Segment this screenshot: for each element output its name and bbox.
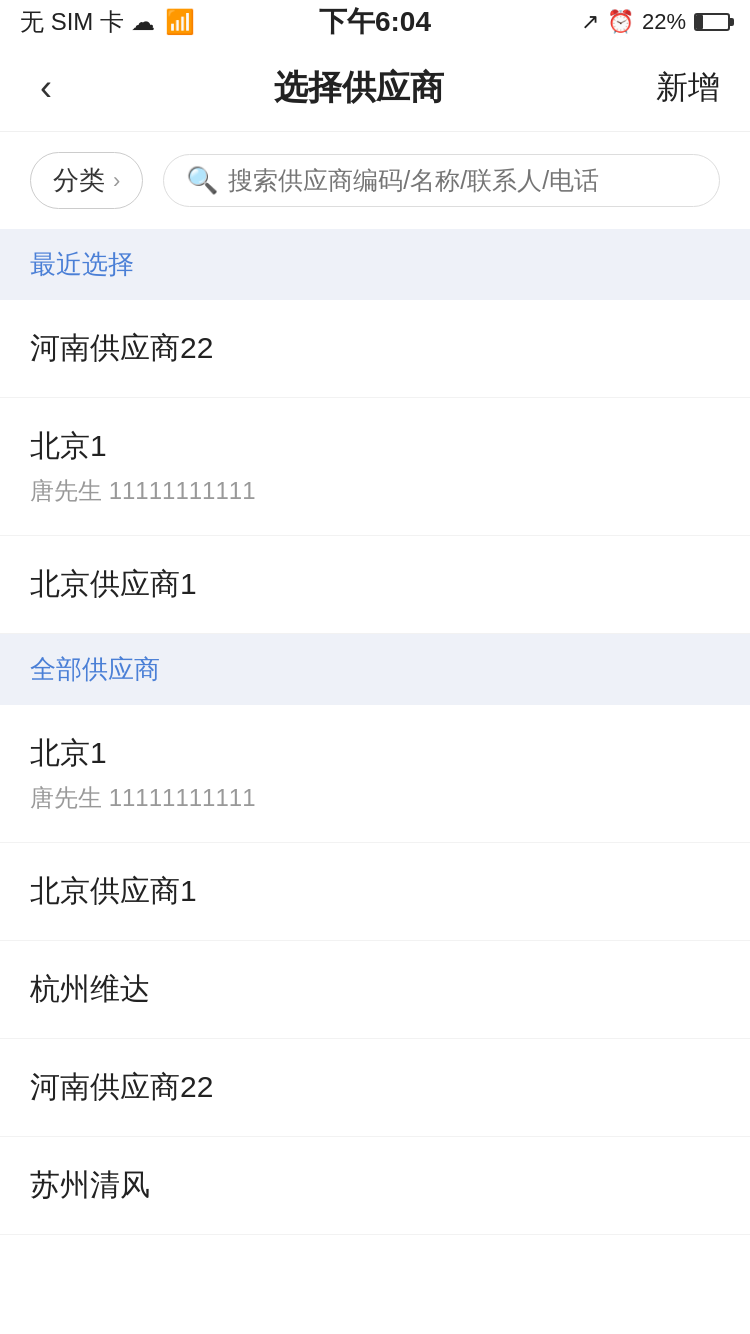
list-item[interactable]: 河南供应商22 — [0, 1039, 750, 1137]
item-sub: 唐先生 11111111111 — [30, 475, 720, 507]
wifi-icon: 📶 — [165, 8, 195, 36]
search-input[interactable] — [228, 166, 697, 195]
page-title: 选择供应商 — [274, 65, 444, 111]
status-bar: 无 SIM 卡 ☁ 📶 下午6:04 ↗ ⏰ 22% — [0, 0, 750, 44]
item-sub: 唐先生 11111111111 — [30, 782, 720, 814]
filter-bar: 分类 › 🔍 — [0, 132, 750, 229]
status-time: 下午6:04 — [319, 3, 431, 41]
list-item[interactable]: 北京1 唐先生 11111111111 — [0, 398, 750, 536]
all-section-header: 全部供应商 — [0, 634, 750, 705]
item-name: 苏州清风 — [30, 1165, 720, 1206]
add-button[interactable]: 新增 — [656, 66, 720, 110]
recent-section-header: 最近选择 — [0, 229, 750, 300]
list-item[interactable]: 北京1 唐先生 11111111111 — [0, 705, 750, 843]
search-box: 🔍 — [163, 154, 720, 207]
item-name: 北京供应商1 — [30, 871, 720, 912]
list-item[interactable]: 北京供应商1 — [0, 536, 750, 634]
category-button[interactable]: 分类 › — [30, 152, 143, 209]
status-right: ↗ ⏰ 22% — [581, 9, 730, 35]
item-name: 杭州维达 — [30, 969, 720, 1010]
list-item[interactable]: 苏州清风 — [0, 1137, 750, 1235]
sim-status: 无 SIM 卡 ☁ — [20, 6, 155, 38]
search-icon: 🔍 — [186, 165, 218, 196]
all-items-list: 北京1 唐先生 11111111111 北京供应商1 杭州维达 河南供应商22 … — [0, 705, 750, 1235]
chevron-icon: › — [113, 168, 120, 194]
list-item[interactable]: 杭州维达 — [0, 941, 750, 1039]
battery-icon — [694, 13, 730, 31]
status-left: 无 SIM 卡 ☁ 📶 — [20, 6, 195, 38]
nav-bar: ‹ 选择供应商 新增 — [0, 44, 750, 132]
item-name: 河南供应商22 — [30, 1067, 720, 1108]
category-label: 分类 — [53, 163, 105, 198]
item-name: 北京供应商1 — [30, 564, 720, 605]
recent-items-list: 河南供应商22 北京1 唐先生 11111111111 北京供应商1 — [0, 300, 750, 634]
alarm-icon: ⏰ — [607, 9, 634, 35]
list-item[interactable]: 河南供应商22 — [0, 300, 750, 398]
back-button[interactable]: ‹ — [30, 57, 62, 119]
location-icon: ↗ — [581, 9, 599, 35]
item-name: 北京1 — [30, 426, 720, 467]
item-name: 河南供应商22 — [30, 328, 720, 369]
item-name: 北京1 — [30, 733, 720, 774]
battery-percent: 22% — [642, 9, 686, 35]
list-item[interactable]: 北京供应商1 — [0, 843, 750, 941]
